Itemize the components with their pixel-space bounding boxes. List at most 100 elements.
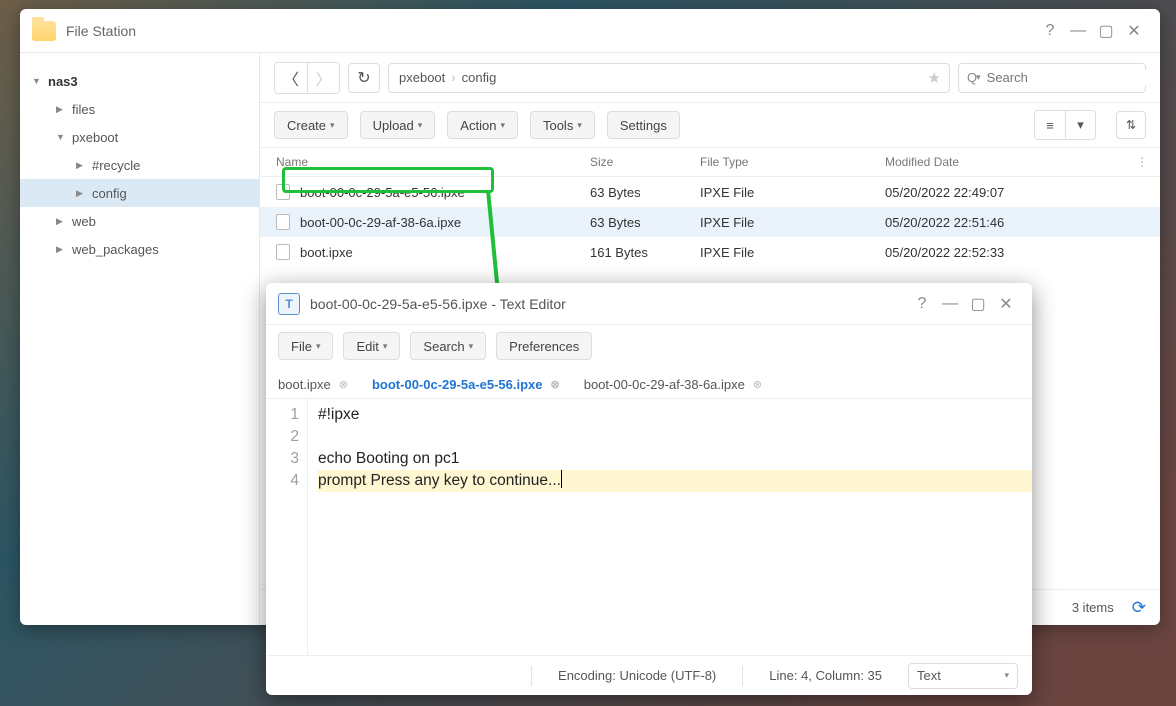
nav-back-forward: 〈 〉 bbox=[274, 62, 340, 94]
file-name: boot.ipxe bbox=[300, 245, 353, 260]
view-options-button[interactable]: ▾ bbox=[1065, 111, 1095, 139]
editor-tabs: boot.ipxe ⊗ boot-00-0c-29-5a-e5-56.ipxe … bbox=[266, 367, 1032, 399]
settings-button[interactable]: Settings bbox=[607, 111, 680, 139]
editor-tab[interactable]: boot-00-0c-29-af-38-6a.ipxe ⊗ bbox=[584, 377, 762, 398]
folder-icon bbox=[32, 21, 56, 41]
help-button[interactable]: ? bbox=[1036, 17, 1064, 45]
tree-item-webpackages[interactable]: ▶ web_packages bbox=[20, 235, 259, 263]
minimize-button[interactable]: — bbox=[1064, 17, 1092, 45]
file-type: IPXE File bbox=[700, 245, 885, 260]
more-columns-icon[interactable]: ⋮ bbox=[1136, 155, 1152, 169]
text-editor-icon: T bbox=[278, 293, 300, 315]
table-header: Name Size File Type Modified Date ⋮ bbox=[260, 147, 1160, 177]
crumb-1[interactable]: config bbox=[462, 70, 497, 85]
caret-down-icon: ▾ bbox=[469, 341, 474, 352]
minimize-button[interactable]: — bbox=[936, 290, 964, 318]
encoding-status: Encoding: Unicode (UTF-8) bbox=[558, 668, 716, 683]
file-size: 63 Bytes bbox=[590, 215, 700, 230]
file-menu[interactable]: File▾ bbox=[278, 332, 333, 360]
file-station-titlebar[interactable]: File Station ? — ▢ ✕ bbox=[20, 9, 1160, 53]
syntax-mode-select[interactable]: Text ▾ bbox=[908, 663, 1018, 689]
tree-item-web[interactable]: ▶ web bbox=[20, 207, 259, 235]
editor-tab[interactable]: boot-00-0c-29-5a-e5-56.ipxe ⊗ bbox=[372, 377, 560, 398]
code-area[interactable]: #!ipxe echo Booting on pc1 prompt Press … bbox=[308, 399, 1032, 655]
tree-label: web_packages bbox=[72, 242, 159, 257]
table-row[interactable]: boot-00-0c-29-5a-e5-56.ipxe 63 Bytes IPX… bbox=[260, 177, 1160, 207]
tab-label: boot-00-0c-29-5a-e5-56.ipxe bbox=[372, 377, 543, 392]
star-icon[interactable]: ★ bbox=[928, 69, 941, 87]
action-button[interactable]: Action▾ bbox=[447, 111, 518, 139]
refresh-button[interactable]: ⟳ bbox=[1132, 598, 1146, 618]
table-row[interactable]: boot.ipxe 161 Bytes IPXE File 05/20/2022… bbox=[260, 237, 1160, 267]
chevron-right-icon: ▶ bbox=[56, 244, 66, 255]
code-editor[interactable]: 1234 #!ipxe echo Booting on pc1 prompt P… bbox=[266, 399, 1032, 655]
chevron-down-icon: ▼ bbox=[32, 76, 42, 86]
file-size: 161 Bytes bbox=[590, 245, 700, 260]
tree-label: #recycle bbox=[92, 158, 140, 173]
tab-label: boot-00-0c-29-af-38-6a.ipxe bbox=[584, 377, 745, 392]
tree-root[interactable]: ▼ nas3 bbox=[20, 67, 259, 95]
caret-down-icon: ▾ bbox=[1004, 670, 1009, 681]
close-button[interactable]: ✕ bbox=[992, 290, 1020, 318]
create-button[interactable]: Create▾ bbox=[274, 111, 348, 139]
file-icon bbox=[276, 214, 290, 230]
edit-menu[interactable]: Edit▾ bbox=[343, 332, 400, 360]
view-list-button[interactable]: ≡ bbox=[1035, 111, 1065, 139]
tab-close-icon[interactable]: ⊗ bbox=[551, 378, 560, 391]
col-type[interactable]: File Type bbox=[700, 155, 885, 169]
tree-item-config[interactable]: ▶ config bbox=[20, 179, 259, 207]
window-title: File Station bbox=[66, 23, 136, 39]
tree-item-pxeboot[interactable]: ▼ pxeboot bbox=[20, 123, 259, 151]
caret-down-icon: ▾ bbox=[418, 120, 423, 131]
tree-item-files[interactable]: ▶ files bbox=[20, 95, 259, 123]
tab-close-icon[interactable]: ⊗ bbox=[339, 378, 348, 391]
caret-down-icon: ▾ bbox=[330, 120, 335, 131]
tree-root-label: nas3 bbox=[48, 74, 78, 89]
reload-button[interactable]: ↻ bbox=[348, 63, 380, 93]
text-editor-window: T boot-00-0c-29-5a-e5-56.ipxe - Text Edi… bbox=[266, 283, 1032, 695]
sidebar: ▼ nas3 ▶ files ▼ pxeboot ▶ #recycle ▶ co… bbox=[20, 53, 260, 625]
help-button[interactable]: ? bbox=[908, 290, 936, 318]
chevron-right-icon: ▶ bbox=[56, 216, 66, 227]
mode-label: Text bbox=[917, 668, 941, 683]
text-editor-titlebar[interactable]: T boot-00-0c-29-5a-e5-56.ipxe - Text Edi… bbox=[266, 283, 1032, 325]
line-gutter: 1234 bbox=[266, 399, 308, 655]
search-box[interactable]: Q▾ bbox=[958, 63, 1146, 93]
col-modified[interactable]: Modified Date bbox=[885, 155, 1136, 169]
caret-down-icon: ▾ bbox=[500, 120, 505, 131]
code-line: #!ipxe bbox=[318, 404, 1032, 426]
tree-item-recycle[interactable]: ▶ #recycle bbox=[20, 151, 259, 179]
code-line: prompt Press any key to continue... bbox=[318, 470, 1032, 492]
breadcrumb[interactable]: pxeboot › config ★ bbox=[388, 63, 950, 93]
chevron-down-icon: ▼ bbox=[56, 132, 66, 142]
caret-down-icon: ▾ bbox=[577, 120, 582, 131]
search-input[interactable] bbox=[987, 70, 1160, 85]
file-type: IPXE File bbox=[700, 185, 885, 200]
tab-close-icon[interactable]: ⊗ bbox=[753, 378, 762, 391]
col-size[interactable]: Size bbox=[590, 155, 700, 169]
back-button[interactable]: 〈 bbox=[275, 63, 307, 93]
maximize-button[interactable]: ▢ bbox=[964, 290, 992, 318]
nav-toolbar: 〈 〉 ↻ pxeboot › config ★ Q▾ bbox=[260, 53, 1160, 103]
editor-tab[interactable]: boot.ipxe ⊗ bbox=[278, 377, 348, 398]
crumb-0[interactable]: pxeboot bbox=[399, 70, 445, 85]
tools-button[interactable]: Tools▾ bbox=[530, 111, 595, 139]
preferences-button[interactable]: Preferences bbox=[496, 332, 592, 360]
maximize-button[interactable]: ▢ bbox=[1092, 17, 1120, 45]
search-menu[interactable]: Search▾ bbox=[410, 332, 486, 360]
file-name: boot-00-0c-29-5a-e5-56.ipxe bbox=[300, 185, 465, 200]
col-name[interactable]: Name bbox=[260, 155, 590, 169]
tab-label: boot.ipxe bbox=[278, 377, 331, 392]
caret-down-icon: ▾ bbox=[383, 341, 388, 352]
sort-button[interactable]: ⇅ bbox=[1116, 111, 1146, 139]
file-icon bbox=[276, 244, 290, 260]
close-button[interactable]: ✕ bbox=[1120, 17, 1148, 45]
file-icon bbox=[276, 184, 290, 200]
chevron-right-icon: › bbox=[451, 70, 455, 85]
table-row[interactable]: boot-00-0c-29-af-38-6a.ipxe 63 Bytes IPX… bbox=[260, 207, 1160, 237]
upload-button[interactable]: Upload▾ bbox=[360, 111, 436, 139]
chevron-right-icon: ▶ bbox=[56, 104, 66, 115]
editor-status-bar: Encoding: Unicode (UTF-8) Line: 4, Colum… bbox=[266, 655, 1032, 695]
window-title: boot-00-0c-29-5a-e5-56.ipxe - Text Edito… bbox=[310, 296, 566, 312]
forward-button[interactable]: 〉 bbox=[307, 63, 339, 93]
